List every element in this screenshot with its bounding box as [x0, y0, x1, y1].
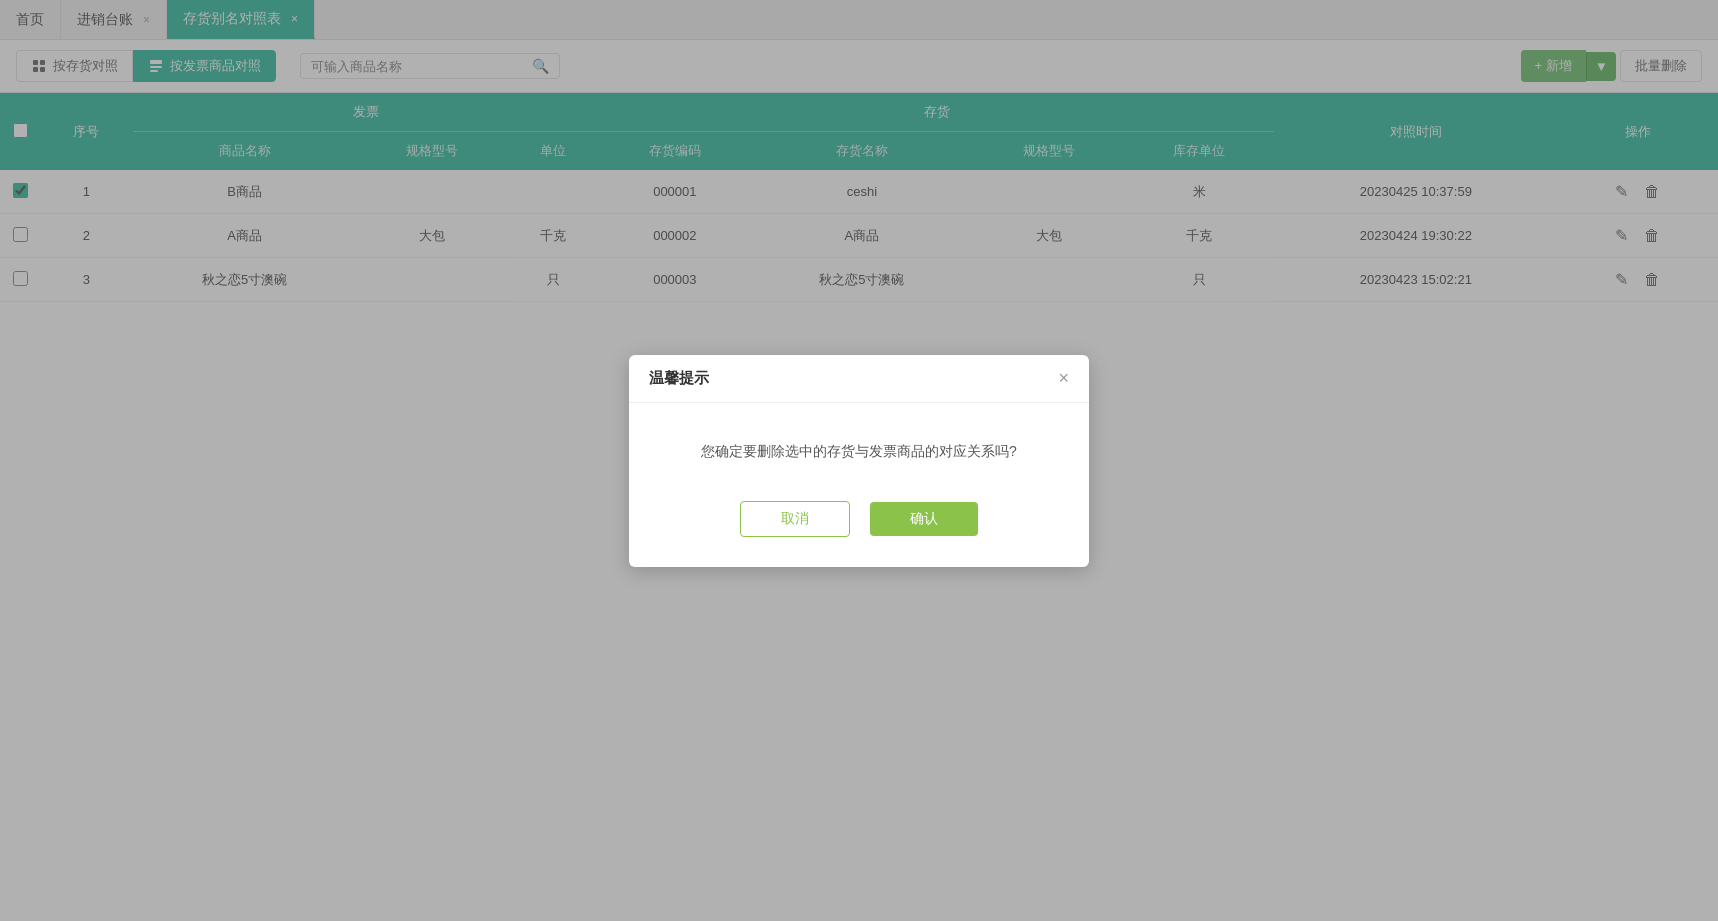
- dialog-body: 您确定要删除选中的存货与发票商品的对应关系吗?: [629, 403, 1089, 491]
- confirm-dialog: 温馨提示 × 您确定要删除选中的存货与发票商品的对应关系吗? 取消 确认: [629, 355, 1089, 567]
- dialog-footer: 取消 确认: [629, 491, 1089, 567]
- modal-overlay: 温馨提示 × 您确定要删除选中的存货与发票商品的对应关系吗? 取消 确认: [0, 0, 1718, 921]
- dialog-cancel-btn[interactable]: 取消: [740, 501, 850, 537]
- dialog-header: 温馨提示 ×: [629, 355, 1089, 403]
- dialog-message: 您确定要删除选中的存货与发票商品的对应关系吗?: [701, 443, 1017, 459]
- dialog-close-btn[interactable]: ×: [1058, 369, 1069, 387]
- dialog-confirm-btn[interactable]: 确认: [870, 502, 978, 536]
- dialog-title: 温馨提示: [649, 369, 709, 388]
